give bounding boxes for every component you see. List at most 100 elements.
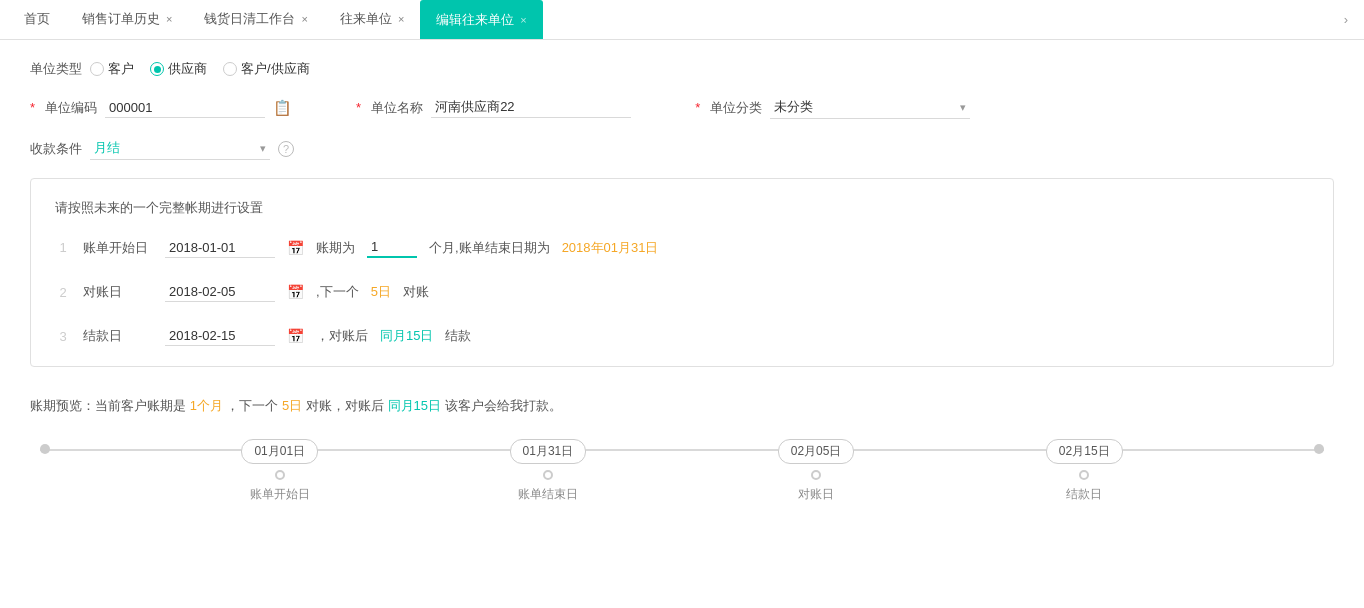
period-num-1: 1 <box>55 240 71 255</box>
payment-term-arrow-icon: ▾ <box>260 142 266 155</box>
tab-cash-work[interactable]: 钱货日清工作台 × <box>188 0 323 39</box>
tab-edit-partner[interactable]: 编辑往来单位 × <box>420 0 542 39</box>
timeline-dot-3 <box>811 470 821 480</box>
timeline-badge-1: 01月01日 <box>241 439 318 464</box>
period-row-2: 2 对账日 📅 ,下一个 5日 对账 <box>55 282 1309 302</box>
timeline-label-1: 账单开始日 <box>250 486 310 503</box>
radio-supplier[interactable]: 供应商 <box>150 60 207 78</box>
period-label-3: 结款日 <box>83 327 153 345</box>
tab-partner-units-close[interactable]: × <box>398 13 404 25</box>
period-start-calendar-icon[interactable]: 📅 <box>287 240 304 256</box>
period-desc-2-part1: ,下一个 <box>316 283 359 301</box>
radio-customer-label: 客户 <box>108 60 134 78</box>
tab-edit-partner-close[interactable]: × <box>520 14 526 26</box>
period-num-3: 3 <box>55 329 71 344</box>
tab-partner-units[interactable]: 往来单位 × <box>324 0 420 39</box>
period-payment-date-input[interactable] <box>165 326 275 346</box>
unit-name-input[interactable] <box>431 98 631 118</box>
payment-term-row: 收款条件 月结 ▾ ? <box>30 137 1334 160</box>
timeline-badge-2: 01月31日 <box>510 439 587 464</box>
timeline-point-4: 02月15日 结款日 <box>1046 439 1123 503</box>
timeline-dot-2 <box>543 470 553 480</box>
unit-type-label: 单位类型 <box>30 60 82 78</box>
preview-hl2: 5日 <box>282 398 302 413</box>
tab-sales-history-close[interactable]: × <box>166 13 172 25</box>
radio-customer-supplier-circle <box>223 62 237 76</box>
payment-term-help-icon[interactable]: ? <box>278 141 294 157</box>
period-label-1: 账单开始日 <box>83 239 153 257</box>
unit-code-field: * 单位编码 📋 <box>30 98 292 118</box>
unit-type-row: 单位类型 客户 供应商 客户/供应商 <box>30 60 1334 78</box>
radio-customer-circle <box>90 62 104 76</box>
timeline-badge-4: 02月15日 <box>1046 439 1123 464</box>
radio-customer[interactable]: 客户 <box>90 60 134 78</box>
period-desc-3-part2: 结款 <box>445 327 471 345</box>
timeline-point-1: 01月01日 账单开始日 <box>241 439 318 503</box>
preview-mid2: 对账，对账后 <box>306 398 384 413</box>
tab-overflow-arrow[interactable]: › <box>1336 0 1356 39</box>
preview-hl3: 同月15日 <box>388 398 441 413</box>
unit-category-field: * 单位分类 未分类 ▾ <box>695 96 970 119</box>
tab-bar: 首页 销售订单历史 × 钱货日清工作台 × 往来单位 × 编辑往来单位 × › <box>0 0 1364 40</box>
timeline-point-2: 01月31日 账单结束日 <box>510 439 587 503</box>
preview-suffix: 该客户会给我打款。 <box>445 398 562 413</box>
tab-sales-history[interactable]: 销售订单历史 × <box>66 0 188 39</box>
radio-customer-supplier-label: 客户/供应商 <box>241 60 310 78</box>
period-label-2: 对账日 <box>83 283 153 301</box>
preview-section: 账期预览：当前客户账期是 1个月 ，下一个 5日 对账，对账后 同月15日 该客… <box>30 385 1334 503</box>
timeline-label-4: 结款日 <box>1066 486 1102 503</box>
period-months-input[interactable] <box>367 237 417 258</box>
period-desc-3-highlight: 同月15日 <box>380 327 433 345</box>
unit-info-row: * 单位编码 📋 * 单位名称 * 单位分类 未分类 ▾ <box>30 96 1334 119</box>
timeline-badge-3: 02月05日 <box>778 439 855 464</box>
period-row-1: 1 账单开始日 📅 账期为 个月,账单结束日期为 2018年01月31日 <box>55 237 1309 258</box>
unit-code-calendar-icon[interactable]: 📋 <box>273 99 292 117</box>
timeline-point-3: 02月05日 对账日 <box>778 439 855 503</box>
unit-type-radio-group: 客户 供应商 客户/供应商 <box>90 60 310 78</box>
unit-type-field: 单位类型 客户 供应商 客户/供应商 <box>30 60 310 78</box>
radio-supplier-label: 供应商 <box>168 60 207 78</box>
period-payment-calendar-icon[interactable]: 📅 <box>287 328 304 344</box>
unit-category-arrow-icon: ▾ <box>960 101 966 114</box>
period-card-title: 请按照未来的一个完整帐期进行设置 <box>55 199 1309 217</box>
radio-customer-supplier[interactable]: 客户/供应商 <box>223 60 310 78</box>
period-row-3: 3 结款日 📅 ，对账后 同月15日 结款 <box>55 326 1309 346</box>
period-num-2: 2 <box>55 285 71 300</box>
period-desc-2-highlight: 5日 <box>371 283 391 301</box>
unit-code-label: 单位编码 <box>45 99 97 117</box>
unit-category-value: 未分类 <box>774 98 956 116</box>
timeline-dot-1 <box>275 470 285 480</box>
timeline-left-dot <box>40 444 50 454</box>
period-end-date: 2018年01月31日 <box>562 239 659 257</box>
timeline-left-end <box>40 439 50 454</box>
unit-code-input[interactable] <box>105 98 265 118</box>
unit-name-star: * <box>356 100 361 115</box>
payment-term-dropdown[interactable]: 月结 ▾ <box>90 137 270 160</box>
preview-hl1: 1个月 <box>190 398 223 413</box>
timeline-dot-4 <box>1079 470 1089 480</box>
timeline: 01月01日 账单开始日 01月31日 账单结束日 02月05日 对账日 <box>40 439 1324 503</box>
tab-cash-work-close[interactable]: × <box>301 13 307 25</box>
timeline-label-3: 对账日 <box>798 486 834 503</box>
unit-name-field: * 单位名称 <box>356 98 631 118</box>
period-desc-2-part2: 对账 <box>403 283 429 301</box>
timeline-right-dot <box>1314 444 1324 454</box>
tab-home[interactable]: 首页 <box>8 0 66 39</box>
preview-text: 账期预览：当前客户账期是 1个月 ，下一个 5日 对账，对账后 同月15日 该客… <box>30 397 1334 415</box>
timeline-right-end <box>1314 439 1324 454</box>
unit-category-star: * <box>695 100 700 115</box>
payment-term-label: 收款条件 <box>30 140 82 158</box>
unit-category-dropdown[interactable]: 未分类 ▾ <box>770 96 970 119</box>
period-desc-suffix-1: 个月,账单结束日期为 <box>429 239 550 257</box>
preview-mid1: ，下一个 <box>226 398 278 413</box>
unit-code-star: * <box>30 100 35 115</box>
unit-name-label: 单位名称 <box>371 99 423 117</box>
period-start-date-input[interactable] <box>165 238 275 258</box>
unit-category-label: 单位分类 <box>710 99 762 117</box>
period-desc-prefix-1: 账期为 <box>316 239 355 257</box>
period-reconcile-date-input[interactable] <box>165 282 275 302</box>
period-reconcile-calendar-icon[interactable]: 📅 <box>287 284 304 300</box>
timeline-label-2: 账单结束日 <box>518 486 578 503</box>
payment-term-field: 收款条件 月结 ▾ ? <box>30 137 294 160</box>
payment-term-value: 月结 <box>94 139 256 157</box>
